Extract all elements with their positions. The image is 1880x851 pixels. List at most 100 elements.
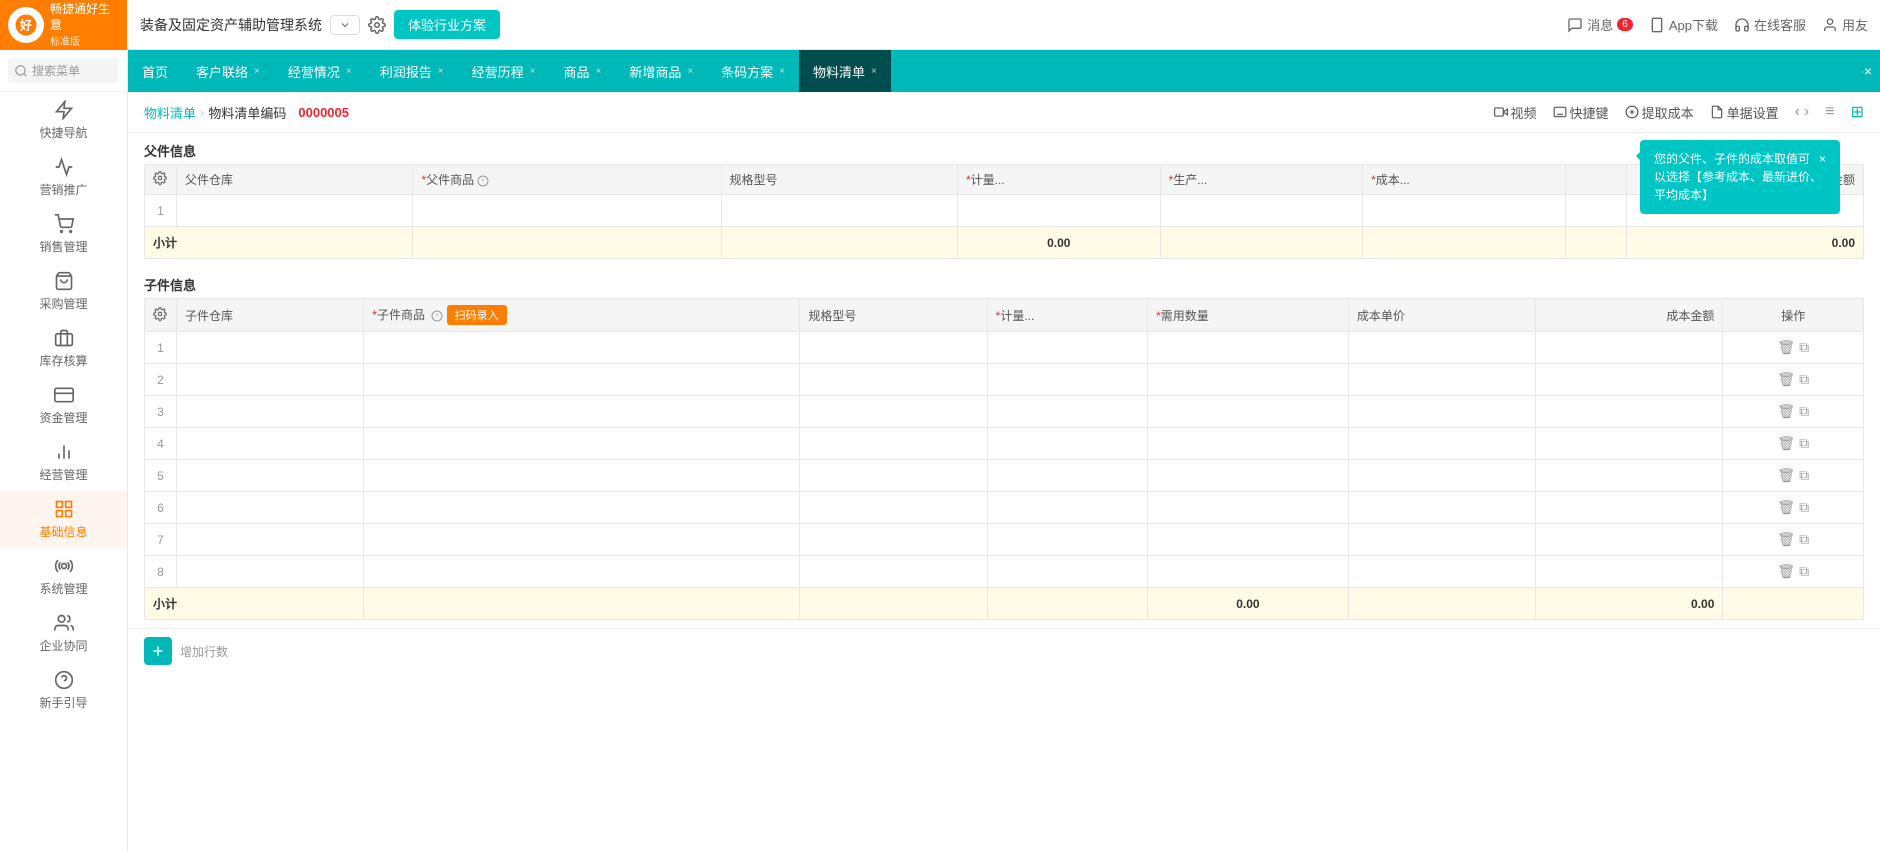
tab-history-close[interactable]: ×: [530, 66, 536, 77]
child-product-cell[interactable]: [364, 428, 800, 460]
sidebar-item-sales[interactable]: 销售管理: [0, 206, 127, 263]
settings-icon[interactable]: [368, 16, 386, 34]
sidebar-item-guide[interactable]: 新手引导: [0, 662, 127, 719]
child-qty-cell[interactable]: [1148, 556, 1349, 588]
child-warehouse-cell[interactable]: [177, 556, 364, 588]
sidebar-item-purchase[interactable]: 采购管理: [0, 263, 127, 320]
copy-row-btn[interactable]: ⧉: [1799, 563, 1809, 580]
sidebar-item-enterprise[interactable]: 企业协同: [0, 605, 127, 662]
delete-row-btn[interactable]: 🗑: [1777, 467, 1795, 484]
tab-new-product-close[interactable]: ×: [687, 66, 693, 77]
child-unit-cost-cell[interactable]: [1348, 332, 1535, 364]
child-spec-cell[interactable]: [800, 428, 987, 460]
child-unit-cost-cell[interactable]: [1348, 524, 1535, 556]
child-unit-cost-cell[interactable]: [1348, 460, 1535, 492]
single-settings-btn[interactable]: 单据设置: [1710, 103, 1779, 122]
tab-new-product[interactable]: 新增商品 ×: [615, 50, 707, 92]
child-unit-cost-cell[interactable]: [1348, 428, 1535, 460]
child-product-cell[interactable]: [364, 364, 800, 396]
parent-spec-cell[interactable]: [721, 195, 957, 227]
parent-unit-cell[interactable]: [958, 195, 1161, 227]
tab-history[interactable]: 经营历程 ×: [458, 50, 550, 92]
child-warehouse-cell[interactable]: [177, 428, 364, 460]
child-col-settings[interactable]: [145, 299, 177, 332]
child-product-cell[interactable]: [364, 460, 800, 492]
copy-row-btn[interactable]: ⧉: [1799, 403, 1809, 420]
child-warehouse-cell[interactable]: [177, 460, 364, 492]
child-unit-cost-cell[interactable]: [1348, 556, 1535, 588]
prev-arrow[interactable]: ‹: [1795, 103, 1800, 121]
child-spec-cell[interactable]: [800, 492, 987, 524]
next-arrow[interactable]: ›: [1804, 103, 1809, 121]
scan-input-btn[interactable]: 扫码录入: [447, 305, 507, 325]
shortcut-btn[interactable]: 快捷键: [1553, 103, 1609, 122]
child-spec-cell[interactable]: [800, 332, 987, 364]
delete-row-btn[interactable]: 🗑: [1777, 499, 1795, 516]
child-spec-cell[interactable]: [800, 556, 987, 588]
copy-row-btn[interactable]: ⧉: [1799, 531, 1809, 548]
child-qty-cell[interactable]: [1148, 460, 1349, 492]
child-spec-cell[interactable]: [800, 460, 987, 492]
online-service-btn[interactable]: 在线客服: [1734, 15, 1806, 34]
child-spec-cell[interactable]: [800, 524, 987, 556]
copy-row-btn[interactable]: ⧉: [1799, 371, 1809, 388]
child-unit-cost-cell[interactable]: [1348, 492, 1535, 524]
tab-bom[interactable]: 物料清单 ×: [799, 50, 891, 92]
sidebar-item-basic-info[interactable]: 基础信息: [0, 491, 127, 548]
child-unit-cell[interactable]: [987, 492, 1147, 524]
tab-products[interactable]: 商品 ×: [549, 50, 615, 92]
close-all-tabs[interactable]: ×: [1856, 63, 1880, 79]
tab-operations[interactable]: 经营情况 ×: [274, 50, 366, 92]
child-product-cell[interactable]: [364, 556, 800, 588]
parent-col-settings[interactable]: [145, 165, 177, 195]
copy-row-btn[interactable]: ⧉: [1799, 435, 1809, 452]
child-product-cell[interactable]: [364, 524, 800, 556]
child-product-cell[interactable]: [364, 492, 800, 524]
grid-view-btn[interactable]: ⊞: [1851, 102, 1864, 122]
delete-row-btn[interactable]: 🗑: [1777, 371, 1795, 388]
child-warehouse-cell[interactable]: [177, 396, 364, 428]
sidebar-item-inventory[interactable]: 库存核算: [0, 320, 127, 377]
child-unit-cost-cell[interactable]: [1348, 396, 1535, 428]
child-spec-cell[interactable]: [800, 364, 987, 396]
sidebar-search-container[interactable]: 搜索菜单: [0, 50, 127, 92]
parent-cost-cell[interactable]: [1363, 195, 1566, 227]
app-download-btn[interactable]: App下载: [1649, 15, 1718, 34]
child-unit-cost-cell[interactable]: [1348, 364, 1535, 396]
view-btn[interactable]: 视频: [1494, 103, 1537, 122]
child-qty-cell[interactable]: [1148, 332, 1349, 364]
search-menu-input[interactable]: 搜索菜单: [8, 58, 119, 83]
delete-row-btn[interactable]: 🗑: [1777, 563, 1795, 580]
child-unit-cell[interactable]: [987, 396, 1147, 428]
sidebar-item-marketing[interactable]: 营销推广: [0, 149, 127, 206]
list-view-btn[interactable]: ≡: [1825, 103, 1834, 121]
sidebar-item-quick-nav[interactable]: 快捷导航: [0, 92, 127, 149]
tab-products-close[interactable]: ×: [595, 66, 601, 77]
child-qty-cell[interactable]: [1148, 364, 1349, 396]
tab-operations-close[interactable]: ×: [346, 66, 352, 77]
child-qty-cell[interactable]: [1148, 428, 1349, 460]
child-unit-cell[interactable]: [987, 524, 1147, 556]
message-btn[interactable]: 消息 6: [1567, 15, 1633, 34]
tab-customers-close[interactable]: ×: [254, 66, 260, 77]
delete-row-btn[interactable]: 🗑: [1777, 531, 1795, 548]
extract-cost-btn[interactable]: 提取成本: [1625, 103, 1694, 122]
system-selector[interactable]: [330, 15, 360, 35]
delete-row-btn[interactable]: 🗑: [1777, 435, 1795, 452]
child-qty-cell[interactable]: [1148, 492, 1349, 524]
child-spec-cell[interactable]: [800, 396, 987, 428]
tab-customers[interactable]: 客户联络 ×: [182, 50, 274, 92]
user-btn[interactable]: 用友: [1822, 15, 1868, 34]
tooltip-close-btn[interactable]: ×: [1819, 150, 1826, 168]
child-warehouse-cell[interactable]: [177, 524, 364, 556]
sidebar-item-finance[interactable]: 资金管理: [0, 377, 127, 434]
child-product-cell[interactable]: [364, 396, 800, 428]
sidebar-item-system[interactable]: 系统管理: [0, 548, 127, 605]
child-unit-cell[interactable]: [987, 364, 1147, 396]
tab-profit[interactable]: 利润报告 ×: [366, 50, 458, 92]
tab-profit-close[interactable]: ×: [438, 66, 444, 77]
child-warehouse-cell[interactable]: [177, 364, 364, 396]
delete-row-btn[interactable]: 🗑: [1777, 403, 1795, 420]
child-unit-cell[interactable]: [987, 460, 1147, 492]
child-unit-cell[interactable]: [987, 556, 1147, 588]
